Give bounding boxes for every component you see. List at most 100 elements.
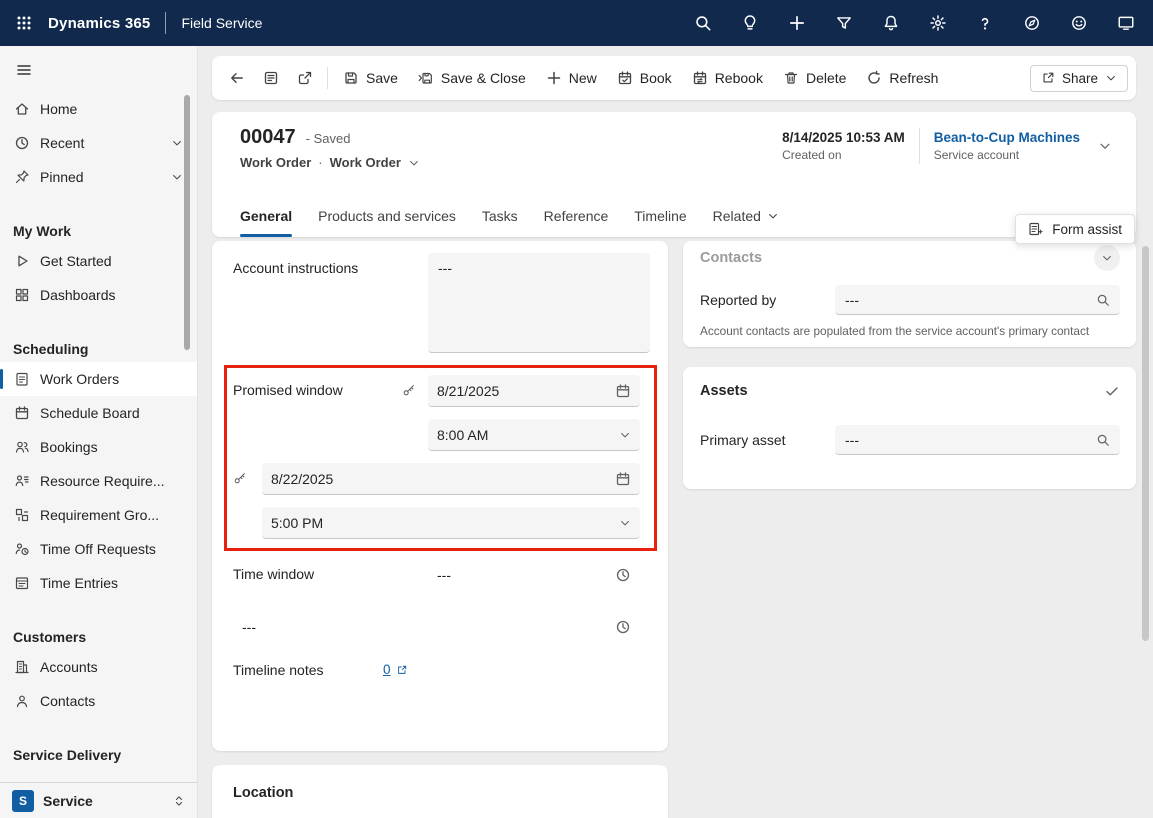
command-bar: Save Save & Close New Book Rebook Delete… (212, 56, 1136, 100)
clock-icon[interactable] (615, 619, 631, 635)
tab-products-and-services[interactable]: Products and services (318, 208, 456, 237)
time-window-start-input[interactable]: --- (428, 559, 640, 591)
rebook-button[interactable]: Rebook (682, 63, 773, 93)
refresh-button[interactable]: Refresh (856, 63, 948, 93)
promised-start-date-input[interactable]: 8/21/2025 (428, 375, 640, 407)
promised-end-time-dropdown[interactable]: 5:00 PM (262, 507, 640, 539)
key-icon (233, 471, 247, 485)
timeline-notes-link[interactable]: 0 (383, 655, 408, 677)
hamburger-menu-icon[interactable] (6, 54, 42, 86)
sidebar-item-requirement-groups[interactable]: Requirement Gro... (0, 498, 197, 532)
delete-button[interactable]: Delete (773, 63, 856, 93)
person-clock-icon (14, 541, 30, 557)
form-assist-button[interactable]: Form assist (1015, 214, 1135, 244)
new-button[interactable]: New (536, 63, 607, 93)
search-icon[interactable] (679, 0, 726, 46)
back-button[interactable] (220, 61, 254, 95)
promised-start-time-dropdown[interactable]: 8:00 AM (428, 419, 640, 451)
save-and-close-button[interactable]: Save & Close (408, 63, 536, 93)
chevron-down-icon[interactable] (619, 429, 631, 441)
compass-icon[interactable] (1008, 0, 1055, 46)
clipboard-icon (14, 371, 30, 387)
sidebar-item-work-orders[interactable]: Work Orders (0, 362, 197, 396)
reported-by-lookup[interactable]: --- (835, 285, 1120, 315)
calendar-icon[interactable] (615, 383, 631, 399)
trash-icon (783, 70, 799, 86)
magnifier-icon[interactable] (1096, 293, 1110, 307)
form-view-button[interactable] (254, 61, 288, 95)
bell-icon[interactable] (867, 0, 914, 46)
save-button[interactable]: Save (333, 63, 408, 93)
reported-by-label: Reported by (700, 292, 835, 308)
account-link[interactable]: Bean-to-Cup Machines (934, 130, 1080, 145)
tab-tasks[interactable]: Tasks (482, 208, 518, 237)
saved-status: - Saved (306, 131, 351, 146)
promised-end-date-input[interactable]: 8/22/2025 (262, 463, 640, 495)
assets-title: Assets (700, 383, 748, 399)
sidebar-item-pinned[interactable]: Pinned (0, 160, 197, 194)
home-icon (14, 101, 30, 117)
sidebar-section-scheduling: Scheduling (0, 336, 197, 362)
collapse-section-button[interactable] (1094, 245, 1120, 271)
site-map-sidebar: Home Recent Pinned My Work Get Started D… (0, 46, 198, 818)
account-instructions-input[interactable]: --- (428, 253, 650, 353)
smiley-icon[interactable] (1055, 0, 1102, 46)
plus-icon[interactable] (773, 0, 820, 46)
sidebar-section-my-work: My Work (0, 218, 197, 244)
sidebar-item-label: Recent (40, 135, 84, 151)
person-document-icon (14, 473, 30, 489)
top-navigation-bar: Dynamics 365 Field Service (0, 0, 1153, 46)
contacts-section-card: Contacts Reported by --- Account contact… (683, 241, 1136, 347)
form-selector[interactable]: Work Order (330, 155, 401, 170)
contact-icon (14, 693, 30, 709)
gear-icon[interactable] (914, 0, 961, 46)
sidebar-item-dashboards[interactable]: Dashboards (0, 278, 197, 312)
help-icon[interactable] (961, 0, 1008, 46)
sidebar-item-home[interactable]: Home (0, 92, 197, 126)
dynamics-brand[interactable]: Dynamics 365 (48, 15, 150, 32)
sidebar-item-time-entries[interactable]: Time Entries (0, 566, 197, 600)
service-account-field: Bean-to-Cup Machines Service account (934, 130, 1080, 162)
main-scrollbar[interactable] (1142, 246, 1149, 641)
primary-asset-lookup[interactable]: --- (835, 425, 1120, 455)
book-button[interactable]: Book (607, 63, 682, 93)
lightbulb-icon[interactable] (726, 0, 773, 46)
timeline-notes-label: Timeline notes (233, 655, 383, 678)
save-close-icon (418, 70, 434, 86)
chevron-down-icon[interactable] (408, 157, 420, 169)
chevron-down-icon (171, 171, 183, 183)
sidebar-item-contacts[interactable]: Contacts (0, 684, 197, 718)
sidebar-item-label: Pinned (40, 169, 84, 185)
sidebar-item-schedule-board[interactable]: Schedule Board (0, 396, 197, 430)
environment-picker[interactable]: S Service (0, 782, 197, 818)
app-name[interactable]: Field Service (181, 15, 262, 31)
sidebar-item-time-off-requests[interactable]: Time Off Requests (0, 532, 197, 566)
popout-button[interactable] (288, 61, 322, 95)
sidebar-section-customers: Customers (0, 624, 197, 650)
tab-timeline[interactable]: Timeline (634, 208, 686, 237)
sidebar-scrollbar[interactable] (184, 95, 190, 350)
time-window-label: Time window (233, 559, 428, 582)
time-window-end-input[interactable]: --- (233, 611, 640, 643)
calendar-icon[interactable] (615, 471, 631, 487)
contacts-title: Contacts (700, 250, 762, 266)
waffle-icon[interactable] (0, 0, 48, 46)
sidebar-item-recent[interactable]: Recent (0, 126, 197, 160)
tab-general[interactable]: General (240, 208, 292, 237)
filter-icon[interactable] (820, 0, 867, 46)
sidebar-item-get-started[interactable]: Get Started (0, 244, 197, 278)
share-button[interactable]: Share (1030, 65, 1128, 92)
chevron-down-icon[interactable] (1098, 139, 1112, 153)
sidebar-item-bookings[interactable]: Bookings (0, 430, 197, 464)
calendar-sync-icon (692, 70, 708, 86)
magnifier-icon[interactable] (1096, 433, 1110, 447)
sidebar-item-resource-requirements[interactable]: Resource Require... (0, 464, 197, 498)
chevron-down-icon[interactable] (619, 517, 631, 529)
sidebar-item-accounts[interactable]: Accounts (0, 650, 197, 684)
tab-related[interactable]: Related (713, 208, 779, 237)
chevron-up-down-icon (173, 795, 185, 807)
monitor-icon[interactable] (1102, 0, 1149, 46)
tab-reference[interactable]: Reference (544, 208, 609, 237)
clock-icon[interactable] (615, 567, 631, 583)
play-icon (14, 253, 30, 269)
